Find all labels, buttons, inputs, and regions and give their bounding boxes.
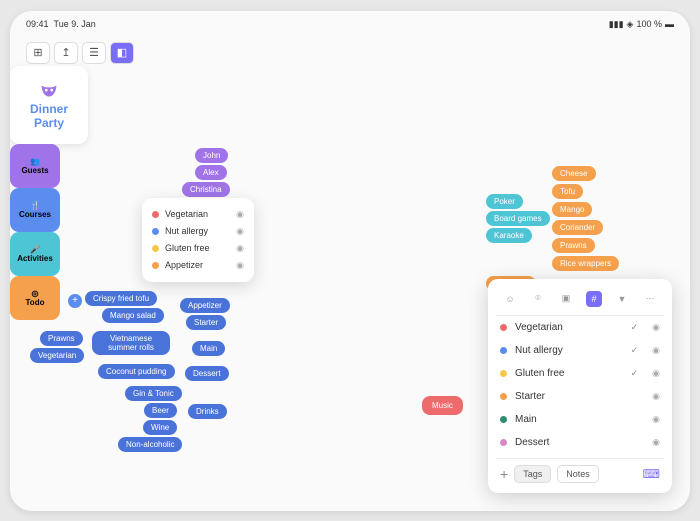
mic-icon: 🎤 (30, 245, 40, 254)
node-guest[interactable]: Alex (195, 165, 227, 180)
tab-link[interactable]: ⌾ (530, 291, 546, 307)
leaf-node[interactable]: Rice wrappers (552, 256, 619, 271)
leaf-node[interactable]: Tofu (552, 184, 583, 199)
leaf-node[interactable]: Beer (144, 403, 177, 418)
signal-icon: ▮▮▮ (609, 19, 624, 30)
eye-icon[interactable]: ◉ (652, 414, 660, 425)
panel-item[interactable]: Main◉ (496, 408, 664, 431)
panel-item[interactable]: Dessert◉ (496, 431, 664, 454)
branch-music[interactable]: Music (422, 396, 463, 415)
leaf-node[interactable]: Prawns (40, 331, 83, 346)
eye-icon[interactable]: ◉ (652, 345, 660, 356)
branch-guests[interactable]: 👥 Guests (10, 144, 60, 188)
outline-button[interactable]: ☰ (82, 42, 106, 64)
tab-image[interactable]: ▣ (558, 291, 574, 307)
status-right: ▮▮▮ ◈ 100 % ▬ (609, 19, 674, 30)
leaf-node[interactable]: Mango salad (102, 308, 164, 323)
leaf-node[interactable]: Vegetarian (30, 348, 84, 363)
eye-icon[interactable]: ◉ (236, 226, 244, 237)
panel-item[interactable]: Vegetarian✓◉ (496, 316, 664, 339)
panel-tabs: ☺ ⌾ ▣ # ▼ ⋯ (496, 287, 664, 316)
tags-toggle[interactable]: Tags (514, 465, 551, 483)
eye-icon[interactable]: ◉ (652, 437, 660, 448)
utensils-icon: 🍴 (30, 201, 40, 210)
leaf-node[interactable]: Coconut pudding (98, 364, 175, 379)
check-icon: ✓ (631, 345, 639, 356)
node-activity[interactable]: Karaoke (486, 228, 532, 243)
tags-panel: ☺ ⌾ ▣ # ▼ ⋯ Vegetarian✓◉ Nut allergy✓◉ G… (488, 279, 672, 493)
panel-item[interactable]: Nut allergy✓◉ (496, 339, 664, 362)
node-course[interactable]: Drinks (188, 404, 227, 419)
node-course[interactable]: Main (192, 341, 225, 356)
leaf-node[interactable]: Wine (143, 420, 177, 435)
status-bar: 09:41 Tue 9. Jan ▮▮▮ ◈ 100 % ▬ (10, 11, 690, 38)
eye-icon[interactable]: ◉ (236, 260, 244, 271)
share-button[interactable]: ↥ (54, 42, 78, 64)
tablet-frame: 09:41 Tue 9. Jan ▮▮▮ ◈ 100 % ▬ ⊞ ↥ ☰ ◧ D… (10, 11, 690, 511)
node-course[interactable]: Appetizer (180, 298, 230, 313)
node-course[interactable]: Starter (186, 315, 226, 330)
eye-icon[interactable]: ◉ (236, 209, 244, 220)
tab-more[interactable]: ⋯ (642, 291, 658, 307)
node-course[interactable]: Dessert (185, 366, 229, 381)
leaf-node[interactable]: Prawns (552, 238, 595, 253)
tab-emoji[interactable]: ☺ (502, 291, 518, 307)
tooltip-item: Appetizer◉ (150, 257, 246, 274)
focus-button[interactable]: ◧ (110, 42, 134, 64)
target-icon: ◎ (32, 289, 39, 298)
add-node-button[interactable]: + (68, 294, 82, 308)
branch-activities[interactable]: 🎤 Activities (10, 232, 60, 276)
leaf-node[interactable]: Gin & Tonic (125, 386, 182, 401)
panel-footer: + Tags Notes ⌨ (496, 458, 664, 485)
tooltip-item: Vegetarian◉ (150, 206, 246, 223)
keyboard-icon[interactable]: ⌨ (643, 467, 660, 481)
tooltip-item: Nut allergy◉ (150, 223, 246, 240)
people-icon: 👥 (30, 157, 40, 166)
tab-tags[interactable]: # (586, 291, 602, 307)
add-tag-button[interactable]: + (500, 466, 508, 482)
grid-view-button[interactable]: ⊞ (26, 42, 50, 64)
mindmap-canvas[interactable]: DinnerParty 👥 Guests John Alex Christina… (10, 66, 690, 511)
leaf-node[interactable]: Cheese (552, 166, 596, 181)
tooltip-item: Gluten free◉ (150, 240, 246, 257)
center-node[interactable]: DinnerParty (10, 66, 88, 144)
leaf-node[interactable]: Vietnamese summer rolls (92, 331, 170, 355)
panel-item[interactable]: Gluten free✓◉ (496, 362, 664, 385)
branch-courses[interactable]: 🍴 Courses (10, 188, 60, 232)
wifi-icon: ◈ (627, 19, 634, 30)
check-icon: ✓ (631, 368, 639, 379)
eye-icon[interactable]: ◉ (236, 243, 244, 254)
eye-icon[interactable]: ◉ (652, 391, 660, 402)
eye-icon[interactable]: ◉ (652, 322, 660, 333)
check-icon: ✓ (631, 322, 639, 333)
node-guest[interactable]: John (195, 148, 228, 163)
toolbar: ⊞ ↥ ☰ ◧ (10, 38, 690, 68)
branch-todo[interactable]: ◎ Todo (10, 276, 60, 320)
node-activity[interactable]: Poker (486, 194, 523, 209)
leaf-node[interactable]: Coriander (552, 220, 603, 235)
leaf-node[interactable]: Non-alcoholic (118, 437, 182, 452)
eye-icon[interactable]: ◉ (652, 368, 660, 379)
tag-tooltip: Vegetarian◉ Nut allergy◉ Gluten free◉ Ap… (142, 198, 254, 282)
leaf-node[interactable]: Mango (552, 202, 592, 217)
node-activity[interactable]: Board games (486, 211, 550, 226)
panel-item[interactable]: Starter◉ (496, 385, 664, 408)
battery-icon: ▬ (665, 19, 674, 29)
leaf-node[interactable]: Crispy fried tofu (85, 291, 157, 306)
node-guest[interactable]: Christina (182, 182, 230, 197)
tab-filter[interactable]: ▼ (614, 291, 630, 307)
status-left: 09:41 Tue 9. Jan (26, 19, 96, 30)
notes-toggle[interactable]: Notes (557, 465, 599, 483)
mask-icon (36, 80, 62, 102)
